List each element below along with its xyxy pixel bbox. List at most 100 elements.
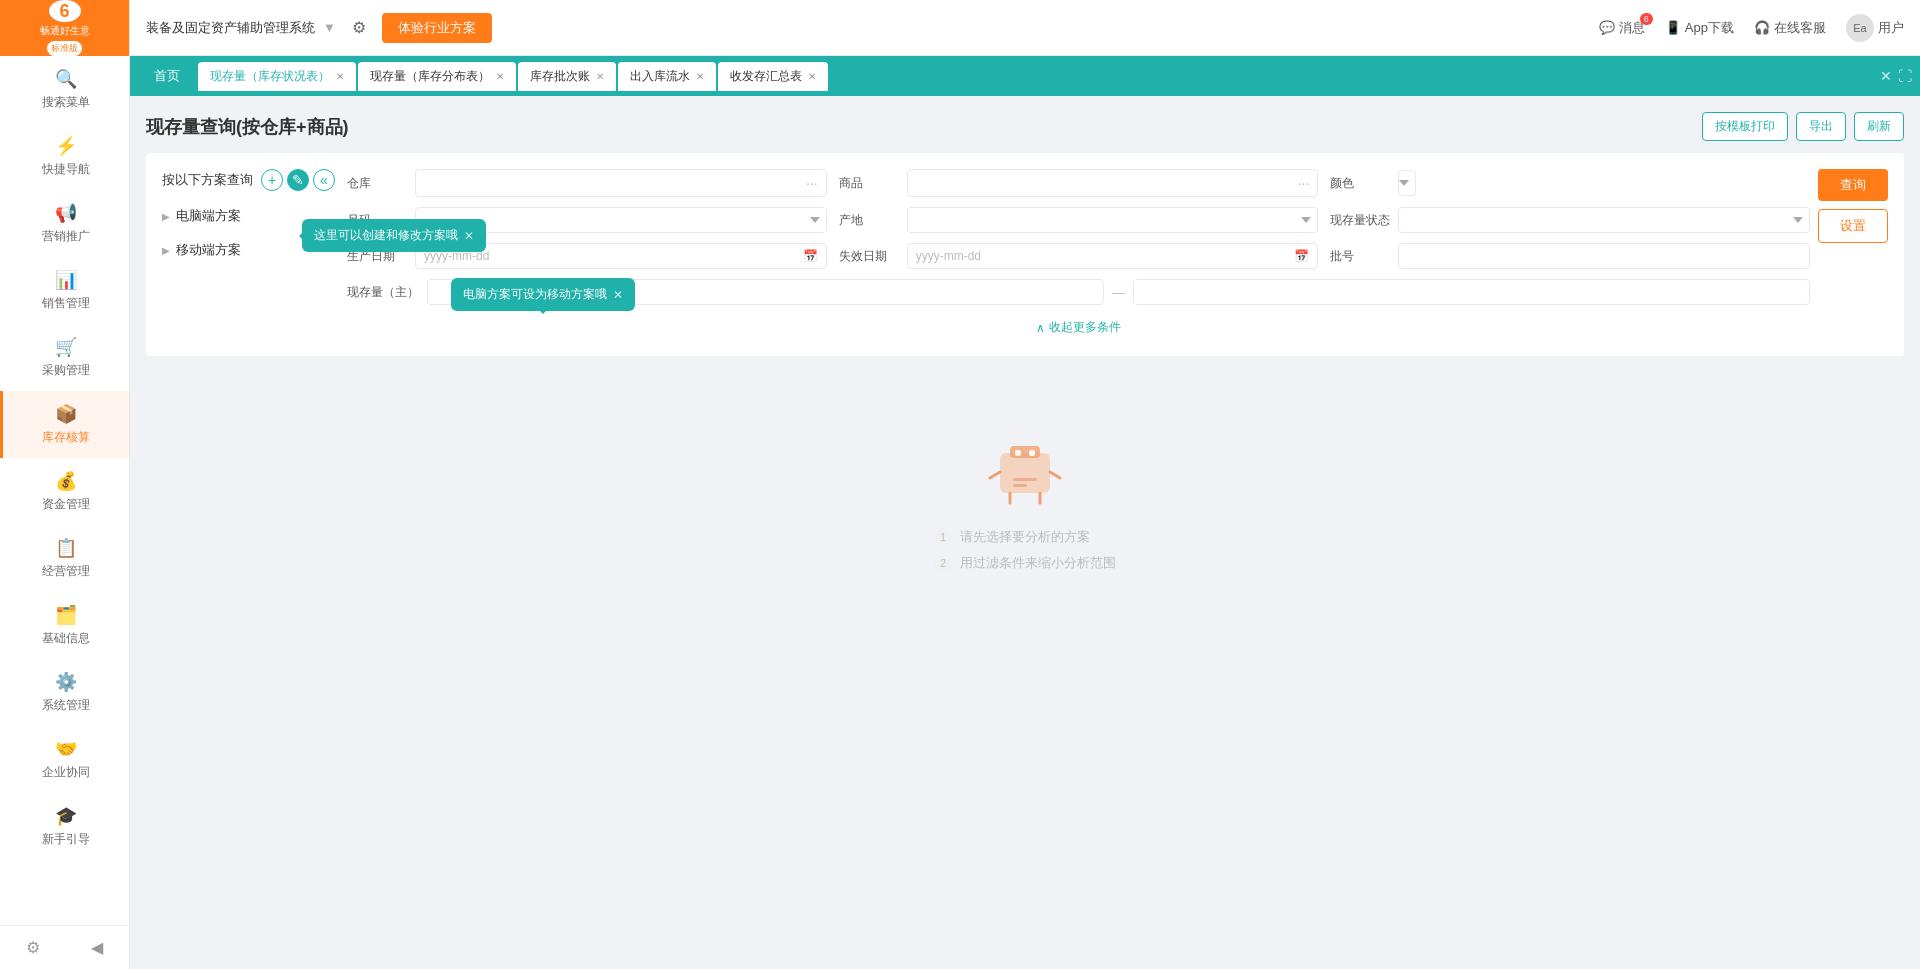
schema-name: 移动端方案 bbox=[176, 241, 241, 259]
sidebar-item-label: 基础信息 bbox=[42, 630, 90, 647]
sidebar-item-quicknav[interactable]: ⚡ 快捷导航 bbox=[0, 123, 129, 190]
stock-status-select[interactable] bbox=[1398, 207, 1810, 233]
empty-illustration bbox=[985, 428, 1065, 508]
expiry-date-placeholder: yyyy-mm-dd bbox=[916, 249, 981, 263]
app-download-label: App下载 bbox=[1685, 19, 1734, 37]
sidebar-item-label: 企业协同 bbox=[42, 764, 90, 781]
user-menu[interactable]: Ea 用户 bbox=[1846, 14, 1904, 42]
finance-icon: 💰 bbox=[55, 470, 77, 492]
goods-input[interactable]: ··· bbox=[907, 169, 1319, 197]
headset-icon: 🎧 bbox=[1754, 20, 1770, 35]
sidebar-item-operations[interactable]: 📋 经营管理 bbox=[0, 525, 129, 592]
reset-btn[interactable]: 设置 bbox=[1818, 209, 1888, 243]
warehouse-dots[interactable]: ··· bbox=[806, 175, 818, 191]
tab-close-inout-flow[interactable]: ✕ bbox=[696, 71, 704, 82]
step2-text: 用过滤条件来缩小分析范围 bbox=[960, 554, 1116, 572]
experience-btn[interactable]: 体验行业方案 bbox=[382, 13, 492, 43]
settings-bottom-icon[interactable]: ⚙ bbox=[26, 938, 40, 957]
tab-end-btns: ✕ ⛶ bbox=[1880, 68, 1912, 84]
tab-inventory-status[interactable]: 现存量（库存状况表） ✕ bbox=[198, 62, 356, 91]
online-support-btn[interactable]: 🎧 在线客服 bbox=[1754, 19, 1826, 37]
sidebar-item-sales[interactable]: 📊 销售管理 bbox=[0, 257, 129, 324]
schema-name: 电脑端方案 bbox=[176, 207, 241, 225]
sidebar-item-search[interactable]: 🔍 搜索菜单 bbox=[0, 56, 129, 123]
sidebar-item-purchase[interactable]: 🛒 采购管理 bbox=[0, 324, 129, 391]
add-schema-btn[interactable]: + bbox=[261, 169, 283, 191]
page-actions: 按模板打印 导出 刷新 bbox=[1702, 112, 1904, 141]
sidebar-item-marketing[interactable]: 📢 营销推广 bbox=[0, 190, 129, 257]
calendar-icon[interactable]: 📅 bbox=[803, 249, 818, 263]
step-num-2: 2 bbox=[934, 554, 952, 572]
system-icon: ⚙️ bbox=[55, 671, 77, 693]
batch-input[interactable] bbox=[1398, 243, 1810, 269]
logo-badge: 标准版 bbox=[47, 41, 82, 56]
sidebar-item-label: 经营管理 bbox=[42, 563, 90, 580]
refresh-btn[interactable]: 刷新 bbox=[1854, 112, 1904, 141]
tooltip2-close[interactable]: ✕ bbox=[464, 229, 474, 243]
tab-batch-account[interactable]: 库存批次账 ✕ bbox=[518, 62, 616, 91]
tab-fullscreen-icon[interactable]: ⛶ bbox=[1898, 68, 1912, 84]
color-select[interactable] bbox=[1398, 170, 1416, 196]
query-btn[interactable]: 查询 bbox=[1818, 169, 1888, 201]
inventory-icon: 📦 bbox=[55, 403, 77, 425]
tab-close-inventory-status[interactable]: ✕ bbox=[336, 71, 344, 82]
tab-close-inventory-dist[interactable]: ✕ bbox=[496, 71, 504, 82]
expiry-date-input[interactable]: yyyy-mm-dd 📅 bbox=[907, 243, 1319, 269]
basic-icon: 🗂️ bbox=[55, 604, 77, 626]
origin-select[interactable] bbox=[907, 207, 1319, 233]
filter-field-goods: 商品 ··· bbox=[839, 169, 1319, 197]
empty-state: 1 请先选择要分析的方案 2 用过滤条件来缩小分析范围 bbox=[146, 368, 1904, 640]
template-print-btn[interactable]: 按模板打印 bbox=[1702, 112, 1788, 141]
goods-dots[interactable]: ··· bbox=[1298, 175, 1310, 191]
sidebar-item-label: 销售管理 bbox=[42, 295, 90, 312]
stock-status-label: 现存量状态 bbox=[1330, 212, 1390, 229]
sidebar-item-enterprise[interactable]: 🤝 企业协同 bbox=[0, 726, 129, 793]
sidebar-item-guide[interactable]: 🎓 新手引导 bbox=[0, 793, 129, 860]
sidebar-item-system[interactable]: ⚙️ 系统管理 bbox=[0, 659, 129, 726]
tab-home[interactable]: 首页 bbox=[138, 61, 196, 91]
empty-steps: 1 请先选择要分析的方案 2 用过滤条件来缩小分析范围 bbox=[934, 528, 1116, 580]
settings-icon[interactable]: ⚙ bbox=[352, 18, 366, 37]
expiry-date-label: 失效日期 bbox=[839, 248, 899, 265]
sidebar-bottom: ⚙ ◀ bbox=[0, 925, 129, 969]
tooltip1-close[interactable]: ✕ bbox=[613, 288, 623, 302]
tab-inventory-dist[interactable]: 现存量（库存分布表） ✕ bbox=[358, 62, 516, 91]
stock-qty-max[interactable] bbox=[1133, 279, 1810, 305]
messages-btn[interactable]: 💬 消息 6 bbox=[1599, 19, 1645, 37]
online-support-label: 在线客服 bbox=[1774, 19, 1826, 37]
tab-close-all-icon[interactable]: ✕ bbox=[1880, 68, 1892, 84]
sidebar-item-inventory[interactable]: 📦 库存核算 bbox=[0, 391, 129, 458]
sidebar-item-label: 快捷导航 bbox=[42, 161, 90, 178]
calendar-icon2[interactable]: 📅 bbox=[1294, 249, 1309, 263]
sidebar-item-finance[interactable]: 💰 资金管理 bbox=[0, 458, 129, 525]
system-name: 装备及固定资产辅助管理系统 bbox=[146, 19, 315, 37]
warehouse-input[interactable]: ··· bbox=[415, 169, 827, 197]
batch-label: 批号 bbox=[1330, 248, 1390, 265]
sidebar-item-label: 营销推广 bbox=[42, 228, 90, 245]
system-dropdown-icon[interactable]: ▼ bbox=[323, 20, 336, 35]
tab-close-batch-account[interactable]: ✕ bbox=[596, 71, 604, 82]
arrow-icon: ▶ bbox=[162, 211, 170, 222]
filter-panel: 按以下方案查询 + ✎ « ▶ 电脑端方案 bbox=[146, 153, 1904, 356]
sidebar-item-basic[interactable]: 🗂️ 基础信息 bbox=[0, 592, 129, 659]
stock-qty-label: 现存量（主） bbox=[347, 284, 419, 301]
warehouse-label: 仓库 bbox=[347, 175, 407, 192]
more-conditions-label: 收起更多条件 bbox=[1049, 319, 1121, 336]
more-conditions-btn[interactable]: ∧ 收起更多条件 bbox=[347, 315, 1810, 340]
message-icon: 💬 bbox=[1599, 20, 1615, 35]
export-btn[interactable]: 导出 bbox=[1796, 112, 1846, 141]
back-schema-btn[interactable]: « bbox=[313, 169, 335, 191]
main-area: 装备及固定资产辅助管理系统 ▼ ⚙ 体验行业方案 💬 消息 6 📱 App下载 … bbox=[130, 0, 1920, 969]
tab-inout-flow[interactable]: 出入库流水 ✕ bbox=[618, 62, 716, 91]
tab-close-receive-summary[interactable]: ✕ bbox=[808, 71, 816, 82]
collapse-sidebar-icon[interactable]: ◀ bbox=[91, 938, 103, 957]
svg-rect-4 bbox=[1013, 478, 1037, 481]
svg-rect-2 bbox=[1015, 450, 1021, 456]
app-download-btn[interactable]: 📱 App下载 bbox=[1665, 19, 1734, 37]
sidebar-item-label: 资金管理 bbox=[42, 496, 90, 513]
sidebar-item-label: 系统管理 bbox=[42, 697, 90, 714]
topbar-right: 💬 消息 6 📱 App下载 🎧 在线客服 Ea 用户 bbox=[1599, 14, 1904, 42]
svg-rect-3 bbox=[1029, 450, 1035, 456]
edit-schema-btn[interactable]: ✎ bbox=[287, 169, 309, 191]
tab-receive-summary[interactable]: 收发存汇总表 ✕ bbox=[718, 62, 828, 91]
